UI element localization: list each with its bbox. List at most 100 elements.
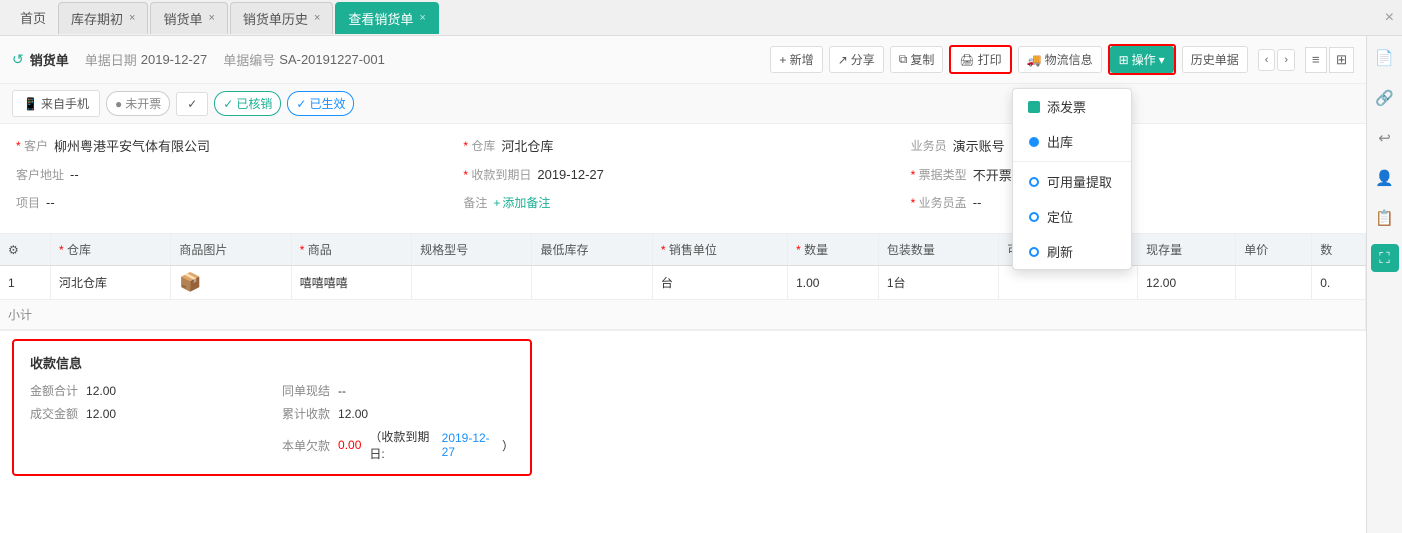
tab-view-sales[interactable]: 查看销货单 ×: [335, 2, 438, 34]
ticket-type-value: 不开票: [973, 165, 1012, 184]
operations-highlight-box: ⊞ 操作 ▾: [1108, 44, 1176, 75]
verified-label: 已核销: [236, 95, 272, 112]
copy-button[interactable]: ⧉ 复制: [890, 46, 944, 73]
tab-history[interactable]: 销货单历史 ×: [230, 2, 333, 34]
business-value: --: [973, 195, 982, 210]
th-price: 单价: [1236, 234, 1312, 266]
products-table: ⚙ 仓库 商品图片 商品 规格型号 最低库存 销售单位 数量 包装数量 可用量（…: [0, 234, 1366, 330]
doc-type-label: 销货单: [30, 50, 69, 69]
logistics-button[interactable]: 🚚 物流信息: [1018, 46, 1102, 73]
due-date-label: 收款到期日: [369, 430, 429, 461]
main-area: ↺ 销货单 单据日期 2019-12-27 单据编号 SA-20191227-0…: [0, 36, 1402, 533]
sidebar-doc-icon[interactable]: 📄: [1371, 44, 1399, 72]
prev-button[interactable]: ‹: [1258, 49, 1276, 71]
grid-view-button[interactable]: ⊞: [1329, 47, 1354, 73]
sidebar-expand-icon[interactable]: ⛶: [1371, 244, 1399, 272]
add-remark-button[interactable]: + 添加备注: [493, 194, 550, 211]
nav-arrows: ‹ ›: [1258, 49, 1295, 71]
available-label: 可用量提取: [1047, 172, 1112, 191]
payment-date-value: 2019-12-27: [537, 167, 604, 182]
sidebar-refresh-icon[interactable]: ↩: [1371, 124, 1399, 152]
tab-home[interactable]: 首页: [8, 2, 58, 33]
print-icon: 🖨: [959, 53, 974, 67]
next-button[interactable]: ›: [1277, 49, 1295, 71]
customer-value: 柳州粤港平安气体有限公司: [54, 136, 210, 155]
warehouse-value: 河北仓库: [501, 136, 553, 155]
sidebar-link-icon[interactable]: 🔗: [1371, 84, 1399, 112]
check-button[interactable]: ✓: [176, 92, 208, 116]
not-open-badge[interactable]: ● 未开票: [106, 91, 170, 116]
due-date-parens: （收款到期日:: [369, 428, 433, 462]
staff-value: 演示账号: [953, 136, 1005, 155]
dropdown-divider: [1013, 161, 1131, 162]
form-area: 客户 柳州粤港平安气体有限公司 仓库 河北仓库 业务员 演示账号 客户地址: [0, 124, 1366, 234]
same-order-settle-value: --: [338, 384, 346, 398]
operations-arrow-icon: ▾: [1159, 53, 1165, 67]
row-spec: [412, 266, 532, 300]
logistics-icon: 🚚: [1027, 53, 1042, 67]
tab-history-close[interactable]: ×: [314, 12, 320, 24]
operations-icon: ⊞: [1119, 53, 1129, 67]
from-mobile-button[interactable]: 📱 来自手机: [12, 90, 100, 117]
sidebar-user-icon[interactable]: 👤: [1371, 164, 1399, 192]
same-order-settle-row: 同单现结 --: [282, 382, 514, 399]
th-min-stock: 最低库存: [532, 234, 652, 266]
row-other: 0.: [1312, 266, 1366, 300]
sidebar-clipboard-icon[interactable]: 📋: [1371, 204, 1399, 232]
form-row-1: 客户 柳州粤港平安气体有限公司 仓库 河北仓库 业务员 演示账号: [16, 136, 1350, 155]
th-pack-qty: 包装数量: [878, 234, 998, 266]
row-price: [1236, 266, 1312, 300]
dropdown-item-available[interactable]: 可用量提取: [1013, 164, 1131, 199]
th-warehouse: 仓库: [50, 234, 170, 266]
payment-date-group: 收款到期日 2019-12-27: [463, 166, 902, 183]
customer-label: 客户: [16, 137, 48, 154]
doc-date-label: 单据日期 2019-12-27: [85, 50, 208, 69]
row-product: 嘻嘻嘻嘻: [291, 266, 411, 300]
tab-inventory-close[interactable]: ×: [129, 12, 135, 24]
tab-sales-close[interactable]: ×: [208, 12, 214, 24]
locate-icon: [1027, 210, 1041, 224]
dropdown-item-outbound[interactable]: 出库: [1013, 124, 1131, 159]
action-bar: 📱 来自手机 ● 未开票 ✓ ✓ 已核销 ✓ 已生效: [0, 84, 1366, 124]
share-button[interactable]: ↗ 分享: [829, 46, 884, 73]
print-button[interactable]: 🖨 打印: [951, 47, 1009, 72]
remark-add-label: 添加备注: [502, 194, 550, 211]
form-row-3: 项目 -- 备注 + 添加备注 业务员孟 --: [16, 194, 1350, 211]
tab-view-sales-close[interactable]: ×: [419, 12, 425, 24]
dropdown-item-refresh[interactable]: 刷新: [1013, 234, 1131, 269]
th-unit: 销售单位: [652, 234, 787, 266]
list-view-button[interactable]: ≡: [1305, 47, 1327, 73]
invoice-icon: [1027, 100, 1041, 114]
tab-bar-close[interactable]: ×: [1385, 9, 1394, 27]
payment-title: 收款信息: [30, 353, 514, 372]
subtotal-row: 小计: [0, 300, 1366, 330]
tab-sales[interactable]: 销货单 ×: [150, 2, 227, 34]
print-highlight-box: 🖨 打印: [949, 45, 1011, 74]
row-num: 1: [0, 266, 50, 300]
th-qty: 数量: [788, 234, 879, 266]
doc-date-value: 2019-12-27: [141, 52, 208, 67]
dropdown-item-invoice[interactable]: 添发票: [1013, 89, 1131, 124]
ticket-type-label: 票据类型: [911, 166, 967, 183]
effective-badge[interactable]: ✓ 已生效: [287, 91, 354, 116]
operations-button[interactable]: ⊞ 操作 ▾: [1110, 46, 1174, 73]
total-amount-label: 金额合计: [30, 382, 78, 399]
row-unit: 台: [652, 266, 787, 300]
view-toggle: ≡ ⊞: [1305, 47, 1354, 73]
new-button[interactable]: + 新增: [770, 46, 822, 73]
project-label: 项目: [16, 194, 40, 211]
operations-label: 操作: [1132, 51, 1156, 68]
check-circle-icon: ✓: [223, 97, 233, 111]
tab-inventory[interactable]: 库存期初 ×: [58, 2, 148, 34]
doc-header: ↺ 销货单 单据日期 2019-12-27 单据编号 SA-20191227-0…: [0, 36, 1366, 84]
remark-group: 备注 + 添加备注: [463, 194, 902, 211]
verified-badge[interactable]: ✓ 已核销: [214, 91, 281, 116]
effective-label: 已生效: [309, 95, 345, 112]
cumulative-collection-label: 累计收款: [282, 405, 330, 422]
business-label: 业务员孟: [911, 194, 967, 211]
history-button[interactable]: 历史单据: [1182, 46, 1248, 73]
share-icon: ↗: [838, 53, 848, 67]
tab-sales-label: 销货单: [163, 9, 202, 28]
remark-label: 备注: [463, 194, 487, 211]
dropdown-item-locate[interactable]: 定位: [1013, 199, 1131, 234]
